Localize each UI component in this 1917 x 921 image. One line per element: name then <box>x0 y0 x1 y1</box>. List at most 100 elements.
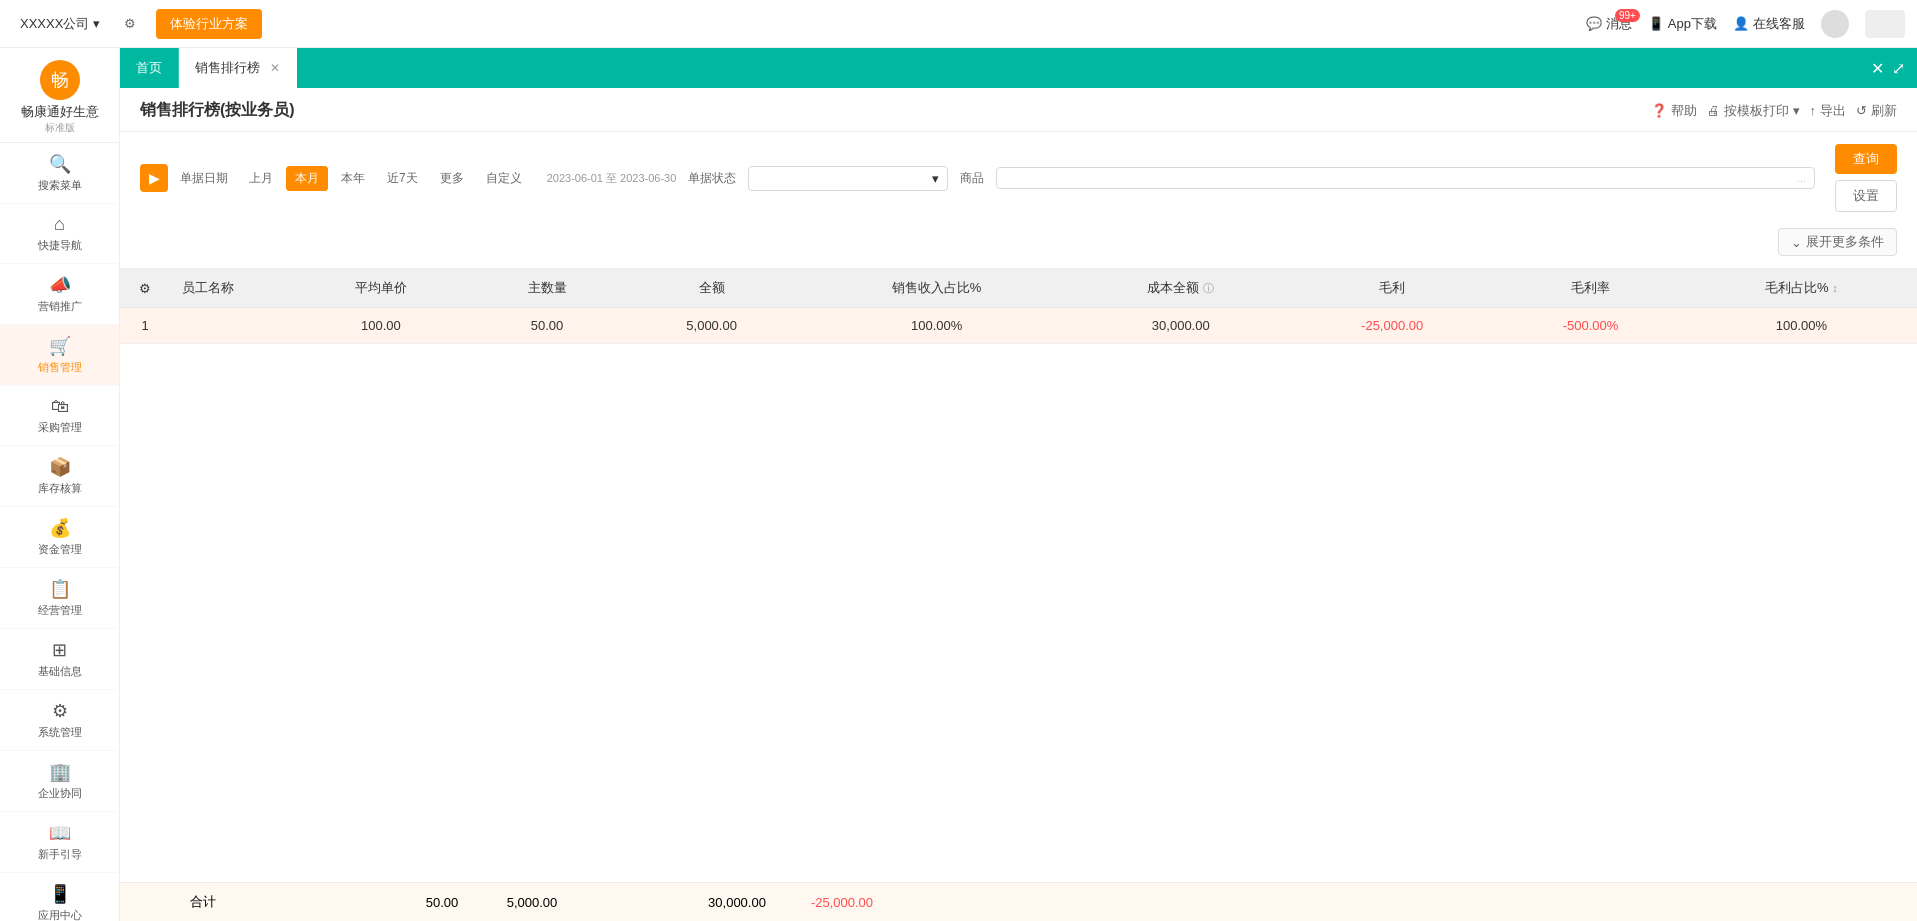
expand-row: ⌄ 展开更多条件 <box>140 220 1897 256</box>
cost-info-icon[interactable]: ⓘ <box>1203 282 1214 294</box>
th-sales-pct: 销售收入占比% <box>801 269 1073 308</box>
tab-expand-icon[interactable]: ⤢ <box>1892 59 1905 78</box>
table-header-row: ⚙ 员工名称 平均单价 主数量 全额 销售收入占比% 成本全额 ⓘ <box>120 269 1917 308</box>
status-filter-select[interactable]: ▾ <box>748 166 948 191</box>
print-chevron-icon: ▾ <box>1793 103 1800 118</box>
cell-gross-pct: 100.00% <box>1686 308 1917 344</box>
page-header: 销售排行榜(按业务员) ❓ 帮助 🖨 按模板打印 ▾ ↑ 导出 <box>120 88 1917 132</box>
th-qty: 主数量 <box>472 269 623 308</box>
main-layout: 畅 畅康通好生意 标准版 🔍 搜索菜单 ⌂ 快捷导航 📣 营销推广 🛒 销售管理… <box>0 48 1917 921</box>
inventory-icon: 📦 <box>49 456 71 478</box>
expand-label: 展开更多条件 <box>1806 233 1884 251</box>
system-icon: ⚙ <box>52 700 68 722</box>
trial-button[interactable]: 体验行业方案 <box>156 9 262 39</box>
sidebar-label-purchase: 采购管理 <box>38 420 82 435</box>
tab-close-all-icon[interactable]: ✕ <box>1871 59 1884 78</box>
gross-pct-sort-icon[interactable]: ↕ <box>1832 282 1838 294</box>
sidebar-item-app-center[interactable]: 📱 应用中心 <box>0 873 119 921</box>
app-download-button[interactable]: 📱 App下载 <box>1648 15 1717 33</box>
goods-filter-input[interactable]: ... <box>996 167 1815 189</box>
filter-toggle-icon[interactable]: ▶ <box>140 164 168 192</box>
cell-gross-rate: -500.00% <box>1495 308 1686 344</box>
th-total: 全额 <box>622 269 800 308</box>
content-area: 首页 销售排行榜 ✕ ✕ ⤢ 销售排行榜(按业务员) ❓ 帮助 <box>120 48 1917 921</box>
page-content: 销售排行榜(按业务员) ❓ 帮助 🖨 按模板打印 ▾ ↑ 导出 <box>120 88 1917 921</box>
sidebar: 畅 畅康通好生意 标准版 🔍 搜索菜单 ⌂ 快捷导航 📣 营销推广 🛒 销售管理… <box>0 48 120 921</box>
date-btn-custom[interactable]: 自定义 <box>477 166 531 191</box>
tab-sales-rank[interactable]: 销售排行榜 ✕ <box>179 48 297 88</box>
sidebar-label-guide: 新手引导 <box>38 847 82 862</box>
table-footer: 合计 50.00 5,000.00 30,000.00 -25,000.00 <box>120 882 1917 921</box>
date-btn-this-month[interactable]: 本月 <box>286 166 328 191</box>
support-icon: 👤 <box>1733 16 1749 31</box>
sidebar-item-capital[interactable]: 💰 资金管理 <box>0 507 119 568</box>
cell-total: 5,000.00 <box>622 308 800 344</box>
purchase-icon: 🛍 <box>51 396 69 417</box>
sidebar-item-search-order[interactable]: 🔍 搜索菜单 <box>0 143 119 204</box>
tab-bar: 首页 销售排行榜 ✕ ✕ ⤢ <box>120 48 1917 88</box>
capital-icon: 💰 <box>49 517 71 539</box>
sidebar-label-capital: 资金管理 <box>38 542 82 557</box>
sales-icon: 🛒 <box>49 335 71 357</box>
sidebar-item-marketing[interactable]: 📣 营销推广 <box>0 264 119 325</box>
basic-info-icon: ⊞ <box>52 639 67 661</box>
table-settings-icon[interactable]: ⚙ <box>139 281 151 296</box>
th-cost: 成本全额 ⓘ <box>1072 269 1289 308</box>
sidebar-item-guide[interactable]: 📖 新手引导 <box>0 812 119 873</box>
status-select-chevron: ▾ <box>932 171 939 186</box>
date-btn-7days[interactable]: 近7天 <box>378 166 427 191</box>
sidebar-item-purchase[interactable]: 🛍 采购管理 <box>0 386 119 446</box>
tab-bar-right: ✕ ⤢ <box>1859 59 1917 78</box>
avatar[interactable] <box>1821 10 1849 38</box>
tab-home-label: 首页 <box>136 59 162 77</box>
settings-icon[interactable]: ⚙ <box>116 10 144 38</box>
th-gross-rate: 毛利率 <box>1495 269 1686 308</box>
page-header-actions: ❓ 帮助 🖨 按模板打印 ▾ ↑ 导出 ↺ 刷新 <box>1651 102 1898 120</box>
cell-cost: 30,000.00 <box>1072 308 1289 344</box>
settings-button[interactable]: 设置 <box>1835 180 1897 212</box>
goods-filter-label: 商品 <box>960 170 984 187</box>
sidebar-label-basic-info: 基础信息 <box>38 664 82 679</box>
sidebar-item-sales[interactable]: 🛒 销售管理 <box>0 325 119 386</box>
message-button[interactable]: 💬 消息 99+ <box>1586 15 1632 33</box>
date-btn-last-month[interactable]: 上月 <box>240 166 282 191</box>
table-section: ⚙ 员工名称 平均单价 主数量 全额 销售收入占比% 成本全额 ⓘ <box>120 269 1917 921</box>
company-selector[interactable]: XXXXX公司 ▾ <box>12 11 108 37</box>
sidebar-item-basic-info[interactable]: ⊞ 基础信息 <box>0 629 119 690</box>
company-name: XXXXX公司 <box>20 15 89 33</box>
sidebar-item-enterprise[interactable]: 🏢 企业协同 <box>0 751 119 812</box>
guide-icon: 📖 <box>49 822 71 844</box>
goods-more-btn[interactable]: ... <box>1797 172 1806 184</box>
help-button[interactable]: ❓ 帮助 <box>1651 102 1697 120</box>
refresh-button[interactable]: ↺ 刷新 <box>1856 102 1897 120</box>
sidebar-item-quick-nav[interactable]: ⌂ 快捷导航 <box>0 204 119 264</box>
print-icon: 🖨 <box>1707 103 1720 118</box>
operation-icon: 📋 <box>49 578 71 600</box>
template-print-button[interactable]: 🖨 按模板打印 ▾ <box>1707 102 1800 120</box>
date-range-text: 2023-06-01 至 2023-06-30 <box>547 171 677 186</box>
footer-label: 合计 <box>182 893 302 911</box>
tab-close-icon[interactable]: ✕ <box>270 61 280 75</box>
tab-home[interactable]: 首页 <box>120 48 179 88</box>
export-button[interactable]: ↑ 导出 <box>1810 102 1847 120</box>
cell-rank: 1 <box>120 308 170 344</box>
date-btn-this-year[interactable]: 本年 <box>332 166 374 191</box>
refresh-icon: ↺ <box>1856 103 1867 118</box>
table-body: 1 100.00 50.00 5,000.00 100.00% 30,000.0… <box>120 308 1917 344</box>
search-order-icon: 🔍 <box>49 153 71 175</box>
sidebar-item-system[interactable]: ⚙ 系统管理 <box>0 690 119 751</box>
footer-qty: 50.00 <box>402 895 482 910</box>
date-btn-more[interactable]: 更多 <box>431 166 473 191</box>
filter-area: ▶ 单据日期 上月 本月 本年 近7天 更多 自定义 2023-06-01 至 … <box>120 132 1917 269</box>
date-filter-group: 上月 本月 本年 近7天 更多 自定义 <box>240 166 531 191</box>
table-wrapper[interactable]: ⚙ 员工名称 平均单价 主数量 全额 销售收入占比% 成本全额 ⓘ <box>120 269 1917 882</box>
logo-icon: 畅 <box>40 60 80 100</box>
sidebar-item-inventory[interactable]: 📦 库存核算 <box>0 446 119 507</box>
sidebar-item-operation[interactable]: 📋 经营管理 <box>0 568 119 629</box>
expand-more-btn[interactable]: ⌄ 展开更多条件 <box>1778 228 1897 256</box>
cell-sales-pct: 100.00% <box>801 308 1073 344</box>
filter-row-1: ▶ 单据日期 上月 本月 本年 近7天 更多 自定义 2023-06-01 至 … <box>140 144 1897 212</box>
query-button[interactable]: 查询 <box>1835 144 1897 174</box>
online-support-button[interactable]: 👤 在线客服 <box>1733 15 1805 33</box>
th-gross: 毛利 <box>1289 269 1495 308</box>
